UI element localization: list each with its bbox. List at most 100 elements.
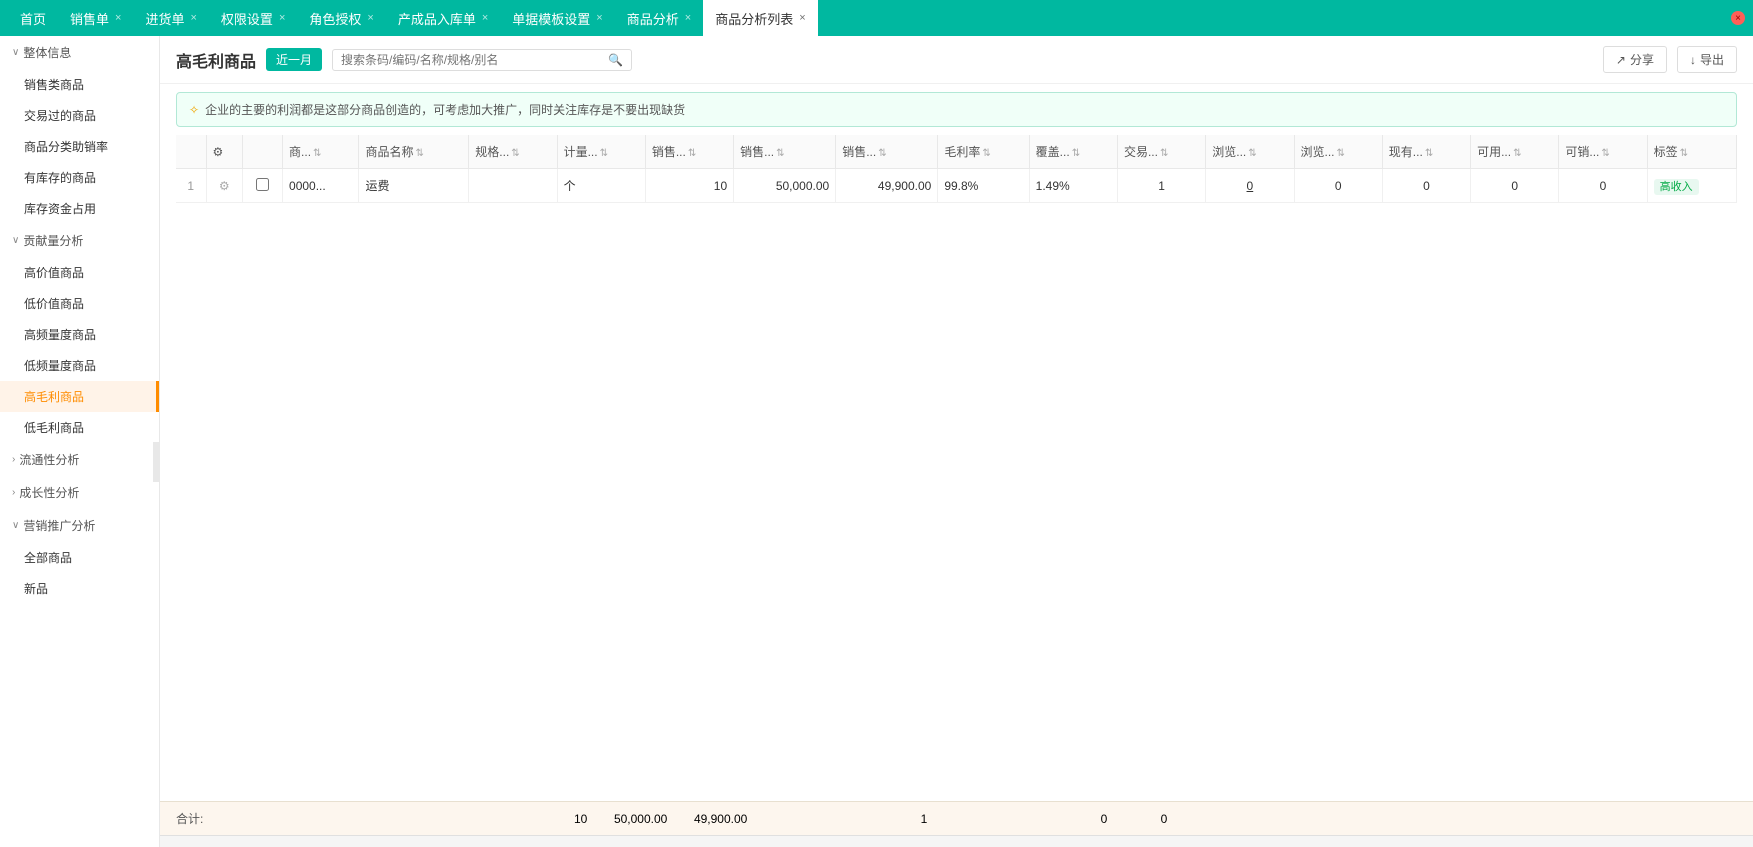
sidebar-item-1-5[interactable]: 低毛利商品 [0, 412, 159, 443]
nav-close-icon-1[interactable]: × [115, 12, 121, 24]
group-label-1: 贡献量分析 [23, 232, 83, 249]
sidebar-item-0-0[interactable]: 销售类商品 [0, 69, 159, 100]
nav-close-icon-7[interactable]: × [685, 12, 691, 24]
col-header-spec[interactable]: 规格...⇅ [469, 135, 557, 169]
sidebar-group-1[interactable]: ∨贡献量分析 [0, 224, 159, 257]
col-header-coverage[interactable]: 覆盖...⇅ [1029, 135, 1117, 169]
sort-icon-code: ⇅ [313, 148, 321, 159]
nav-close-icon-3[interactable]: × [279, 12, 285, 24]
search-icon[interactable]: 🔍 [608, 53, 623, 67]
sidebar-item-4-1[interactable]: 新品 [0, 573, 159, 604]
group-arrow-icon-4: ∨ [12, 520, 19, 531]
row-settings-0[interactable]: ⚙ [206, 169, 243, 203]
sidebar-item-1-1[interactable]: 低价值商品 [0, 288, 159, 319]
row-unit-0: 个 [557, 169, 645, 203]
row-sales-cost-0: 49,900.00 [836, 169, 938, 203]
nav-item-4[interactable]: 角色授权× [297, 0, 385, 36]
sidebar-item-1-0[interactable]: 高价值商品 [0, 257, 159, 288]
page-title: 高毛利商品 [176, 48, 256, 72]
col-header-name[interactable]: 商品名称⇅ [359, 135, 469, 169]
sort-icon-name: ⇅ [415, 148, 423, 159]
nav-item-7[interactable]: 商品分析× [615, 0, 703, 36]
footer-totals: 合计: 10 50,000.00 49,900.00 1 0 0 [160, 801, 1753, 835]
sort-icon-salesAmt: ⇅ [776, 148, 784, 159]
row-num-0: 1 [176, 169, 206, 203]
col-header-unit[interactable]: 计量...⇅ [557, 135, 645, 169]
info-banner: ✧ 企业的主要的利润都是这部分商品创造的，可考虑加大推广，同时关注库存是不要出现… [176, 92, 1737, 127]
footer-sales-cost: 49,900.00 [673, 812, 753, 826]
col-header-views1[interactable]: 浏览...⇅ [1206, 135, 1294, 169]
col-header-tag[interactable]: 标签⇅ [1647, 135, 1736, 169]
sidebar-item-1-2[interactable]: 高频量度商品 [0, 319, 159, 350]
checkbox-0[interactable] [256, 178, 269, 191]
export-button[interactable]: ↓ 导出 [1677, 46, 1737, 73]
search-input[interactable] [341, 53, 608, 67]
row-checkbox-0[interactable] [243, 169, 283, 203]
col-header-salesCost[interactable]: 销售...⇅ [836, 135, 938, 169]
group-label-0: 整体信息 [23, 44, 71, 61]
sort-icon-views1: ⇅ [1248, 148, 1256, 159]
col-header-settings: ⚙ [206, 135, 243, 169]
sidebar-item-1-3[interactable]: 低频量度商品 [0, 350, 159, 381]
footer-transaction: 1 [873, 812, 933, 826]
nav-close-icon-8[interactable]: × [799, 12, 805, 24]
col-header-grossMargin[interactable]: 毛利率⇅ [938, 135, 1029, 169]
col-header-sellable[interactable]: 可销...⇅ [1559, 135, 1647, 169]
sidebar-group-4[interactable]: ∨ 营销推广分析 [0, 509, 159, 542]
search-box: 🔍 [332, 49, 632, 71]
sidebar-item-0-1[interactable]: 交易过的商品 [0, 100, 159, 131]
nav-item-8[interactable]: 商品分析列表× [703, 0, 817, 36]
nav-close-icon-6[interactable]: × [596, 12, 602, 24]
row-available-0: 0 [1471, 169, 1559, 203]
row-name-0: 运费 [359, 169, 469, 203]
sidebar-collapse-button[interactable]: 《 [153, 442, 160, 482]
sidebar-item-0-3[interactable]: 有库存的商品 [0, 162, 159, 193]
nav-item-6[interactable]: 单据模板设置× [500, 0, 614, 36]
footer-current: 0 [1053, 812, 1113, 826]
row-tag-0: 高收入 [1647, 169, 1736, 203]
col-header-views2[interactable]: 浏览...⇅ [1294, 135, 1382, 169]
nav-item-5[interactable]: 产成品入库单× [386, 0, 500, 36]
sidebar-item-4-0[interactable]: 全部商品 [0, 542, 159, 573]
sort-icon-current: ⇅ [1425, 148, 1433, 159]
row-current-0: 0 [1382, 169, 1470, 203]
group-arrow-icon-2: › [12, 454, 15, 465]
nav-close-icon-4[interactable]: × [367, 12, 373, 24]
sort-icon-views2: ⇅ [1337, 148, 1345, 159]
row-views1-0[interactable]: 0 [1206, 169, 1294, 203]
col-header-salesAmt[interactable]: 销售...⇅ [734, 135, 836, 169]
sidebar-item-0-4[interactable]: 库存资金占用 [0, 193, 159, 224]
views1-link-0[interactable]: 0 [1247, 179, 1254, 193]
sidebar-item-0-2[interactable]: 商品分类助销率 [0, 131, 159, 162]
collapse-icon: 《 [155, 453, 160, 470]
col-header-available[interactable]: 可用...⇅ [1471, 135, 1559, 169]
col-header-code[interactable]: 商...⇅ [283, 135, 359, 169]
sidebar-group-2[interactable]: › 流通性分析 [0, 443, 159, 476]
col-header-salesQty[interactable]: 销售...⇅ [645, 135, 733, 169]
sidebar-item-1-4[interactable]: 高毛利商品 [0, 381, 159, 412]
col-header-current[interactable]: 现有...⇅ [1382, 135, 1470, 169]
nav-item-1[interactable]: 销售单× [58, 0, 133, 36]
table-container[interactable]: ⚙商...⇅商品名称⇅规格...⇅计量...⇅销售...⇅销售...⇅销售...… [160, 135, 1753, 801]
group-label-2: 流通性分析 [19, 451, 79, 468]
group-label-3: 成长性分析 [19, 484, 79, 501]
content-area: 高毛利商品 近一月 🔍 ↗ 分享 ↓ 导出 ✧ 企业的主要的利润都是这部分商品创… [160, 36, 1753, 847]
nav-item-2[interactable]: 进货单× [133, 0, 208, 36]
col-header-transaction[interactable]: 交易...⇅ [1117, 135, 1205, 169]
window-close-button[interactable]: × [1731, 11, 1745, 25]
nav-close-icon-2[interactable]: × [190, 12, 196, 24]
sidebar-group-3[interactable]: ›成长性分析 [0, 476, 159, 509]
horizontal-scrollbar[interactable] [160, 835, 1753, 847]
sidebar-group-0[interactable]: ∨整体信息 [0, 36, 159, 69]
group-label-4: 营销推广分析 [23, 517, 95, 534]
footer-sales-qty: 10 [533, 812, 593, 826]
time-filter-button[interactable]: 近一月 [266, 48, 322, 71]
nav-item-3[interactable]: 权限设置× [209, 0, 297, 36]
main-layout: 《 ∨整体信息销售类商品交易过的商品商品分类助销率有库存的商品库存资金占用∨贡献… [0, 36, 1753, 847]
nav-close-icon-5[interactable]: × [482, 12, 488, 24]
sort-icon-salesQty: ⇅ [688, 148, 696, 159]
info-text: 企业的主要的利润都是这部分商品创造的，可考虑加大推广，同时关注库存是不要出现缺货 [205, 101, 685, 118]
share-icon: ↗ [1616, 53, 1626, 67]
nav-item-0[interactable]: 首页 [8, 0, 58, 36]
share-button[interactable]: ↗ 分享 [1603, 46, 1667, 73]
